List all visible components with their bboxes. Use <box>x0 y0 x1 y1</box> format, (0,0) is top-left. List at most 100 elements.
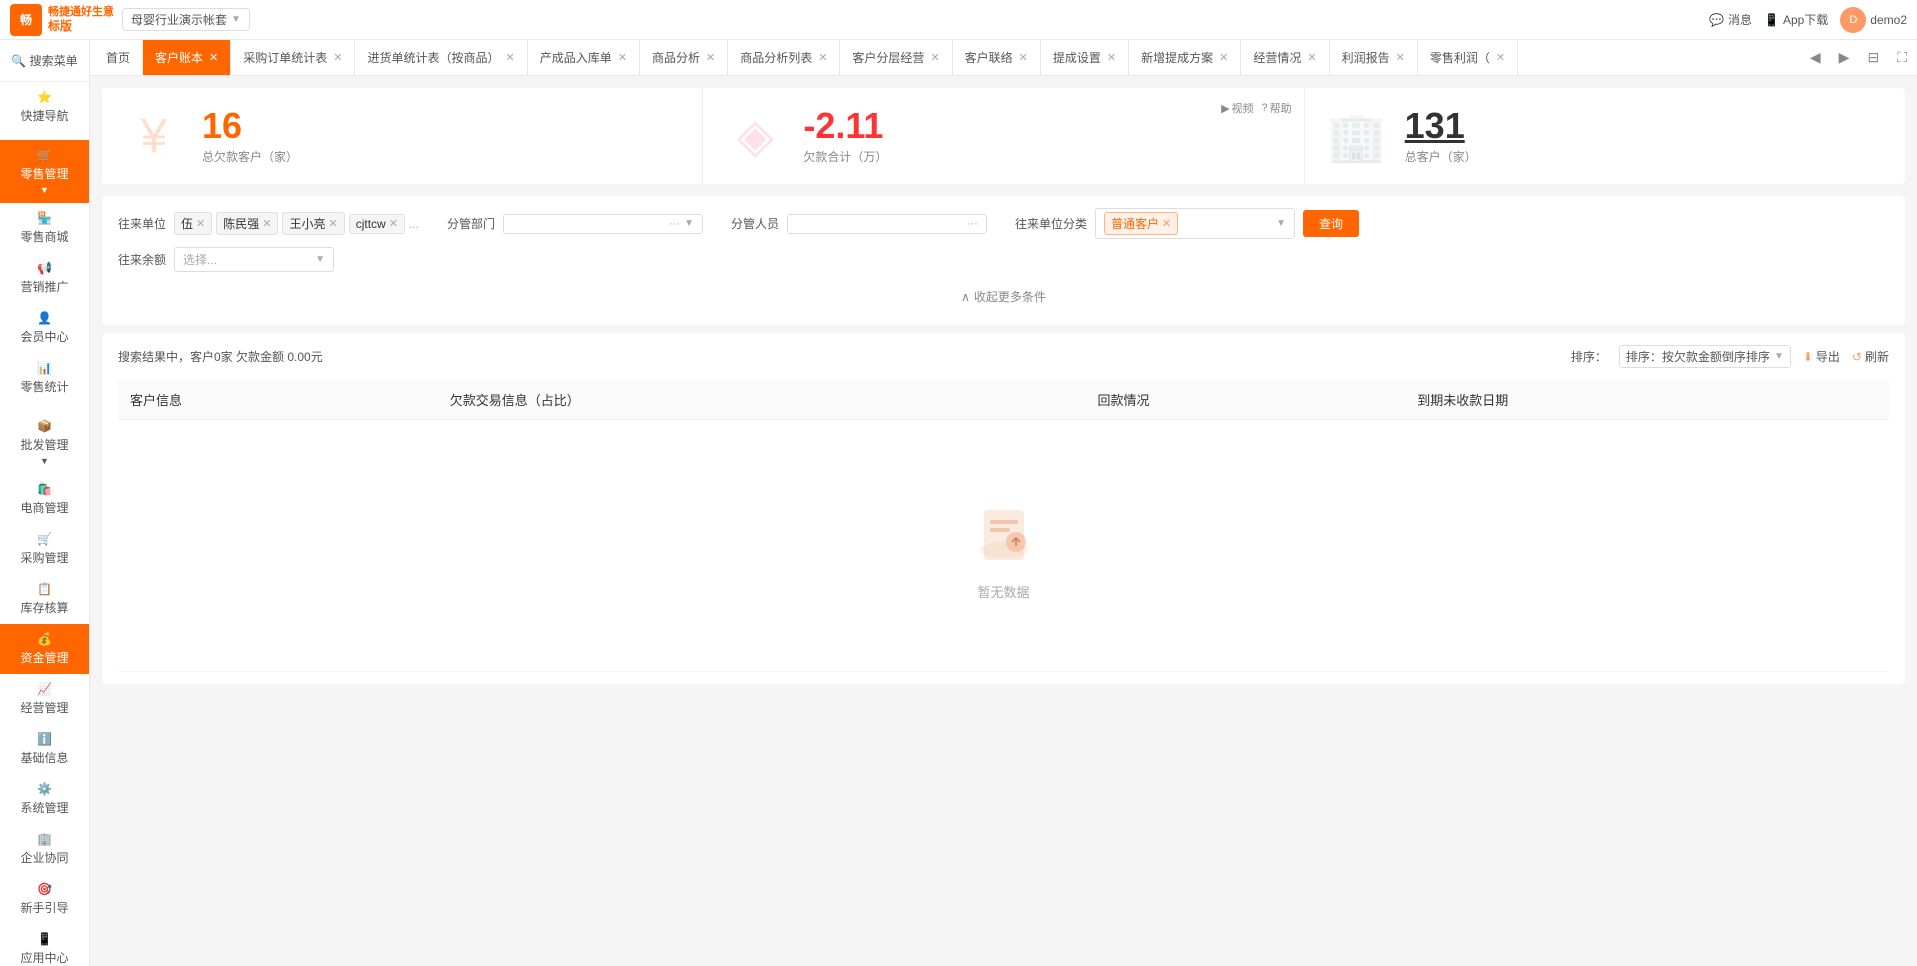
sidebar-item-label: 系统管理 <box>20 799 68 816</box>
tag-close-icon[interactable]: ✕ <box>262 217 271 230</box>
content-area: ¥ 16 总欠款客户（家） ◈ -2.11 欠款合计（万） ▶ <box>90 76 1917 966</box>
tab-close-icon[interactable]: ✕ <box>818 51 827 64</box>
tab-purchase-order[interactable]: 采购订单统计表 ✕ <box>231 40 355 76</box>
tab-close-icon[interactable]: ✕ <box>333 51 342 64</box>
sidebar-item-quick-nav[interactable]: ⭐ 快捷导航 <box>0 82 89 132</box>
sidebar-item-inventory[interactable]: 📋 库存核算 <box>0 574 89 624</box>
export-button[interactable]: ⬇ 导出 <box>1803 348 1840 365</box>
filter-balance-select[interactable]: 选择... ▼ <box>174 247 334 272</box>
tab-close-icon[interactable]: ✕ <box>209 51 218 64</box>
purchase-icon: 🛒 <box>37 532 52 546</box>
sidebar-item-retail-mall[interactable]: 🏪 零售商城 <box>0 203 89 253</box>
stat-card-customers: ¥ 16 总欠款客户（家） <box>102 88 703 184</box>
tab-goods-list[interactable]: 商品分析列表 ✕ <box>728 40 840 76</box>
tab-purchase-stats[interactable]: 进货单统计表（按商品） ✕ <box>355 40 527 76</box>
tab-retail-profit[interactable]: 零售利润（ ✕ <box>1418 40 1518 76</box>
search-menu-button[interactable]: 🔍 搜索菜单 <box>8 48 81 73</box>
tab-close-icon[interactable]: ✕ <box>1307 51 1316 64</box>
sidebar-item-label: 资金管理 <box>20 649 68 666</box>
tab-close-icon[interactable]: ✕ <box>506 51 515 64</box>
logo-sub: 畅捷通好生意 <box>48 6 114 19</box>
filter-tag-unit-2[interactable]: 陈民强 ✕ <box>216 212 278 235</box>
tab-close-icon[interactable]: ✕ <box>1019 51 1028 64</box>
sidebar-item-retail-stats[interactable]: 📊 零售统计 <box>0 353 89 403</box>
company-select-dropdown[interactable]: 母婴行业演示帐套 ▼ <box>122 8 250 31</box>
company-select-label: 母婴行业演示帐套 <box>131 11 227 28</box>
tab-customer-tier[interactable]: 客户分层经营 ✕ <box>840 40 952 76</box>
tab-customer-account[interactable]: 客户账本 ✕ <box>143 40 231 76</box>
ecommerce-icon: 🛍️ <box>37 482 52 496</box>
filter-tag-category: 普通客户 ✕ <box>1104 212 1178 235</box>
results-header: 搜索结果中，客户0家 欠款金额 0.00元 排序： 排序：按欠款金额倒序排序 ▼… <box>118 345 1889 368</box>
sidebar-item-batch-mgmt[interactable]: 📦 批发管理 ▼ <box>0 411 89 474</box>
filter-manager-select[interactable]: ··· <box>787 214 987 234</box>
tab-profit[interactable]: 利润报告 ✕ <box>1330 40 1418 76</box>
tab-new-achievement[interactable]: 新增提成方案 ✕ <box>1129 40 1241 76</box>
tab-close-icon[interactable]: ✕ <box>930 51 939 64</box>
tag-close-icon[interactable]: ✕ <box>329 217 338 230</box>
sidebar-item-member[interactable]: 👤 会员中心 <box>0 303 89 353</box>
tab-menu-button[interactable]: ⊟ <box>1861 49 1885 66</box>
tab-customer-contact[interactable]: 客户联络 ✕ <box>953 40 1041 76</box>
tab-close-icon[interactable]: ✕ <box>618 51 627 64</box>
tag-close-icon[interactable]: ✕ <box>389 217 398 230</box>
sidebar-item-purchase[interactable]: 🛒 采购管理 <box>0 524 89 574</box>
sidebar-item-finance[interactable]: 💰 资金管理 <box>0 624 89 674</box>
stat-label-debt: 欠款合计（万） <box>803 148 887 165</box>
filter-category-label: 往来单位分类 <box>1015 215 1087 232</box>
refresh-label: 刷新 <box>1865 348 1889 365</box>
tab-business[interactable]: 经营情况 ✕ <box>1241 40 1329 76</box>
tab-label: 产成品入库单 <box>540 49 612 66</box>
filter-category-select[interactable]: 普通客户 ✕ ▼ <box>1095 208 1295 239</box>
filter-tag-unit-3[interactable]: 王小亮 ✕ <box>282 212 344 235</box>
tab-settings[interactable]: 提成设置 ✕ <box>1041 40 1129 76</box>
tag-close-icon[interactable]: ✕ <box>196 217 205 230</box>
refresh-button[interactable]: ↺ 刷新 <box>1852 348 1889 365</box>
sidebar-search[interactable]: 🔍 搜索菜单 <box>0 40 89 82</box>
sidebar-item-new-guide[interactable]: 🎯 新手引导 <box>0 874 89 924</box>
user-menu[interactable]: D demo2 <box>1840 7 1907 33</box>
sidebar-item-ecommerce[interactable]: 🛍️ 电商管理 <box>0 474 89 524</box>
search-icon: 🔍 <box>11 54 26 68</box>
sidebar-item-enterprise[interactable]: 🏢 企业协同 <box>0 824 89 874</box>
sidebar-item-label: 会员中心 <box>20 328 68 345</box>
sidebar-item-marketing[interactable]: 📢 营销推广 <box>0 253 89 303</box>
sidebar-item-operations[interactable]: 📈 经营管理 <box>0 674 89 724</box>
chevron-down-icon: ▼ <box>231 14 241 25</box>
tag-close-icon[interactable]: ✕ <box>1162 217 1171 230</box>
tab-product-stock[interactable]: 产成品入库单 ✕ <box>528 40 640 76</box>
help-button[interactable]: ? 帮助 <box>1262 100 1292 116</box>
filter-tag-unit-4[interactable]: cjttcw ✕ <box>349 214 405 234</box>
sidebar-item-retail-mgmt[interactable]: 🛒 零售管理 ▼ <box>0 140 89 203</box>
tab-expand-button[interactable]: ⛶ <box>1891 49 1913 66</box>
sidebar-item-system[interactable]: ⚙️ 系统管理 <box>0 774 89 824</box>
tab-bar: 首页 客户账本 ✕ 采购订单统计表 ✕ 进货单统计表（按商品） ✕ 产成品入库单… <box>90 40 1917 76</box>
stat-card-debt: ◈ -2.11 欠款合计（万） ▶ 视频 ? 帮助 <box>703 88 1304 184</box>
stat-help-area: ▶ 视频 ? 帮助 <box>1221 100 1292 116</box>
sidebar-item-label: 基础信息 <box>20 749 68 766</box>
filter-dept-select[interactable]: ··· ▼ <box>503 214 703 234</box>
filter-more-button[interactable]: ... <box>409 217 419 231</box>
tag-text: 伍 <box>181 215 193 232</box>
app-download-button[interactable]: 📱 App下载 <box>1764 11 1828 28</box>
sort-select[interactable]: 排序：按欠款金额倒序排序 ▼ <box>1619 345 1791 368</box>
tab-label: 客户联络 <box>965 49 1013 66</box>
collapse-button[interactable]: ∧ 收起更多条件 <box>961 284 1046 309</box>
message-button[interactable]: 💬 消息 <box>1709 11 1752 28</box>
sidebar-item-app-center[interactable]: 📱 应用中心 <box>0 924 89 966</box>
tab-close-icon[interactable]: ✕ <box>1396 51 1405 64</box>
tab-close-icon[interactable]: ✕ <box>1107 51 1116 64</box>
sidebar-item-basic-info[interactable]: ℹ️ 基础信息 <box>0 724 89 774</box>
chevron-down-icon: ▼ <box>315 254 325 265</box>
tab-close-icon[interactable]: ✕ <box>706 51 715 64</box>
filter-tag-unit-1[interactable]: 伍 ✕ <box>174 212 212 235</box>
tab-close-icon[interactable]: ✕ <box>1496 51 1505 64</box>
tab-prev-button[interactable]: ◀ <box>1804 49 1827 66</box>
stat-label-clients: 总客户（家） <box>1405 148 1477 165</box>
query-button[interactable]: 查询 <box>1303 210 1359 237</box>
video-button[interactable]: ▶ 视频 <box>1221 100 1253 116</box>
tab-next-button[interactable]: ▶ <box>1833 49 1856 66</box>
tab-close-icon[interactable]: ✕ <box>1219 51 1228 64</box>
tab-goods-analysis[interactable]: 商品分析 ✕ <box>640 40 728 76</box>
tab-home[interactable]: 首页 <box>94 40 143 76</box>
